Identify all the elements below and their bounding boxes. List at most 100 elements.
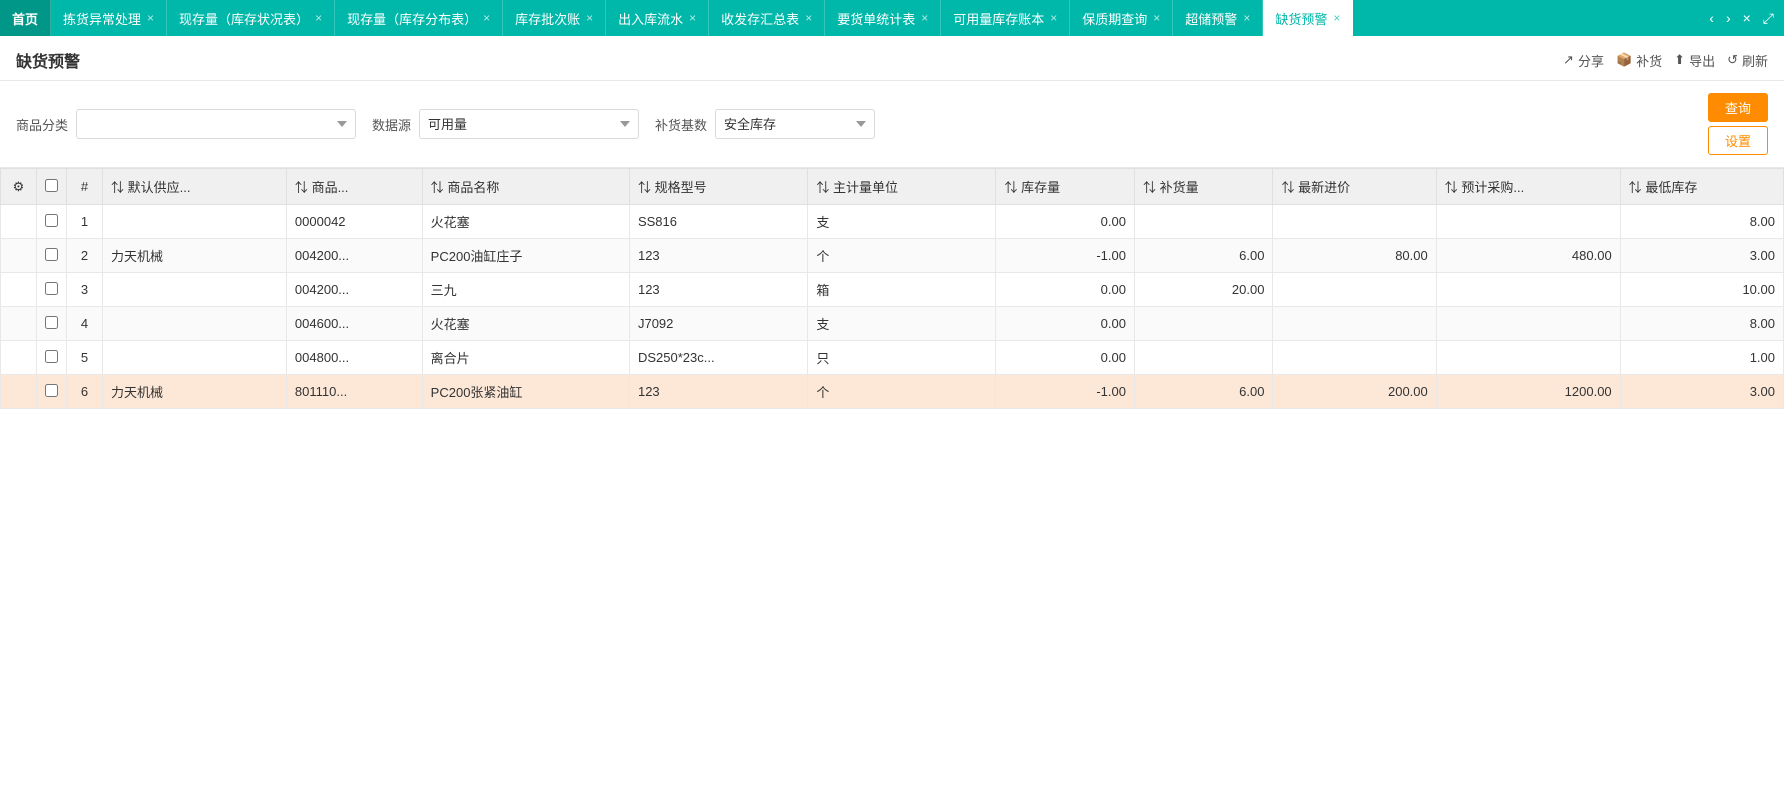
row-stock: 0.00 <box>996 205 1135 239</box>
row-unit: 个 <box>808 239 996 273</box>
row-checkbox[interactable] <box>37 307 67 341</box>
row-est-purchase: 480.00 <box>1436 239 1620 273</box>
nav-tab-inventory-status-label: 现存量（库存状况表） <box>179 9 309 28</box>
th-product-name[interactable]: ⇅ 商品名称 <box>422 169 629 205</box>
nav-tab-requisition[interactable]: 要货单统计表 × <box>825 0 941 36</box>
row-select-checkbox[interactable] <box>45 350 58 363</box>
nav-tab-collect[interactable]: 收发存汇总表 × <box>709 0 825 36</box>
row-spec: DS250*23c... <box>629 341 807 375</box>
row-unit: 支 <box>808 205 996 239</box>
row-latest-price <box>1273 307 1436 341</box>
datasource-select[interactable]: 可用量 <box>419 109 639 139</box>
row-checkbox[interactable] <box>37 375 67 409</box>
row-stock: -1.00 <box>996 375 1135 409</box>
category-label: 商品分类 <box>16 115 68 134</box>
row-est-purchase <box>1436 307 1620 341</box>
th-supplier[interactable]: ⇅ 默认供应... <box>103 169 287 205</box>
nav-tab-batch-close[interactable]: × <box>586 11 593 25</box>
row-supplier <box>103 307 287 341</box>
restock-button[interactable]: 📦 补货 <box>1616 51 1662 70</box>
row-supplier <box>103 341 287 375</box>
category-select[interactable] <box>76 109 356 139</box>
row-restock: 20.00 <box>1134 273 1273 307</box>
settings-button[interactable]: 设置 <box>1708 126 1768 155</box>
row-unit: 箱 <box>808 273 996 307</box>
row-gear <box>1 239 37 273</box>
row-min-stock: 1.00 <box>1620 341 1783 375</box>
row-spec: 123 <box>629 375 807 409</box>
row-select-checkbox[interactable] <box>45 384 58 397</box>
share-button[interactable]: ↗ 分享 <box>1563 51 1604 70</box>
th-stock[interactable]: ⇅ 库存量 <box>996 169 1135 205</box>
nav-tab-requisition-close[interactable]: × <box>921 11 928 25</box>
row-gear <box>1 375 37 409</box>
th-gear[interactable]: ⚙ <box>1 169 37 205</box>
row-restock <box>1134 205 1273 239</box>
nav-tab-overstock-close[interactable]: × <box>1243 11 1250 25</box>
row-stock: -1.00 <box>996 239 1135 273</box>
nav-tab-available[interactable]: 可用量库存账本 × <box>941 0 1070 36</box>
th-product-id[interactable]: ⇅ 商品... <box>286 169 422 205</box>
nav-tab-collect-label: 收发存汇总表 <box>721 9 799 28</box>
nav-tab-shortage[interactable]: 缺货预警 × <box>1263 0 1353 36</box>
export-button[interactable]: ⬆ 导出 <box>1674 51 1715 70</box>
th-checkbox[interactable] <box>37 169 67 205</box>
restock-base-select[interactable]: 安全库存 <box>715 109 875 139</box>
nav-tab-inout-close[interactable]: × <box>689 11 696 25</box>
row-stock: 0.00 <box>996 341 1135 375</box>
share-icon: ↗ <box>1563 52 1574 68</box>
row-select-checkbox[interactable] <box>45 248 58 261</box>
select-all-checkbox[interactable] <box>45 179 58 192</box>
nav-tab-inout-label: 出入库流水 <box>618 9 683 28</box>
nav-tab-inventory-status-close[interactable]: × <box>315 11 322 25</box>
th-restock[interactable]: ⇅ 补货量 <box>1134 169 1273 205</box>
nav-tab-shortage-close[interactable]: × <box>1333 11 1340 25</box>
row-checkbox[interactable] <box>37 341 67 375</box>
filter-area: 商品分类 数据源 可用量 补货基数 安全库存 查询 设置 <box>0 81 1784 168</box>
nav-tab-abnormal[interactable]: 拣货异常处理 × <box>51 0 167 36</box>
nav-tab-inventory-dist-close[interactable]: × <box>483 11 490 25</box>
row-unit: 支 <box>808 307 996 341</box>
datasource-filter-group: 数据源 可用量 <box>372 109 639 139</box>
nav-prev-button[interactable]: ‹ <box>1703 0 1720 36</box>
th-spec[interactable]: ⇅ 规格型号 <box>629 169 807 205</box>
nav-close-all-button[interactable]: × <box>1737 0 1757 36</box>
nav-tab-overstock[interactable]: 超储预警 × <box>1173 0 1263 36</box>
nav-next-button[interactable]: › <box>1720 0 1737 36</box>
row-latest-price: 200.00 <box>1273 375 1436 409</box>
row-est-purchase <box>1436 341 1620 375</box>
nav-tab-expiry-label: 保质期查询 <box>1082 9 1147 28</box>
nav-tab-collect-close[interactable]: × <box>805 11 812 25</box>
row-checkbox[interactable] <box>37 273 67 307</box>
datasource-label: 数据源 <box>372 115 411 134</box>
nav-tab-expiry-close[interactable]: × <box>1153 11 1160 25</box>
row-checkbox[interactable] <box>37 205 67 239</box>
nav-tab-available-close[interactable]: × <box>1050 11 1057 25</box>
nav-tab-expiry[interactable]: 保质期查询 × <box>1070 0 1173 36</box>
data-table: ⚙ # ⇅ 默认供应... ⇅ 商品... ⇅ 商品名称 <box>0 168 1784 409</box>
row-select-checkbox[interactable] <box>45 214 58 227</box>
nav-tab-shortage-label: 缺货预警 <box>1275 9 1327 28</box>
th-latest-price[interactable]: ⇅ 最新进价 <box>1273 169 1436 205</box>
row-product-name: PC200张紧油缸 <box>422 375 629 409</box>
nav-tab-abnormal-close[interactable]: × <box>147 11 154 25</box>
refresh-button[interactable]: ↺ 刷新 <box>1727 51 1768 70</box>
page-header: 缺货预警 ↗ 分享 📦 补货 ⬆ 导出 ↺ 刷新 <box>0 36 1784 81</box>
nav-tab-batch[interactable]: 库存批次账 × <box>503 0 606 36</box>
nav-tab-home[interactable]: 首页 <box>0 0 51 36</box>
th-est-purchase[interactable]: ⇅ 预计采购... <box>1436 169 1620 205</box>
row-gear <box>1 273 37 307</box>
th-min-stock[interactable]: ⇅ 最低库存 <box>1620 169 1783 205</box>
nav-tab-inventory-status[interactable]: 现存量（库存状况表） × <box>167 0 335 36</box>
nav-tab-inout[interactable]: 出入库流水 × <box>606 0 709 36</box>
row-checkbox[interactable] <box>37 239 67 273</box>
row-select-checkbox[interactable] <box>45 316 58 329</box>
row-latest-price <box>1273 341 1436 375</box>
nav-expand-button[interactable]: ⤢ <box>1757 0 1780 36</box>
filter-actions: 查询 设置 <box>1708 93 1768 155</box>
query-button[interactable]: 查询 <box>1708 93 1768 122</box>
nav-tab-inventory-dist[interactable]: 现存量（库存分布表） × <box>335 0 503 36</box>
row-latest-price: 80.00 <box>1273 239 1436 273</box>
row-select-checkbox[interactable] <box>45 282 58 295</box>
th-unit[interactable]: ⇅ 主计量单位 <box>808 169 996 205</box>
